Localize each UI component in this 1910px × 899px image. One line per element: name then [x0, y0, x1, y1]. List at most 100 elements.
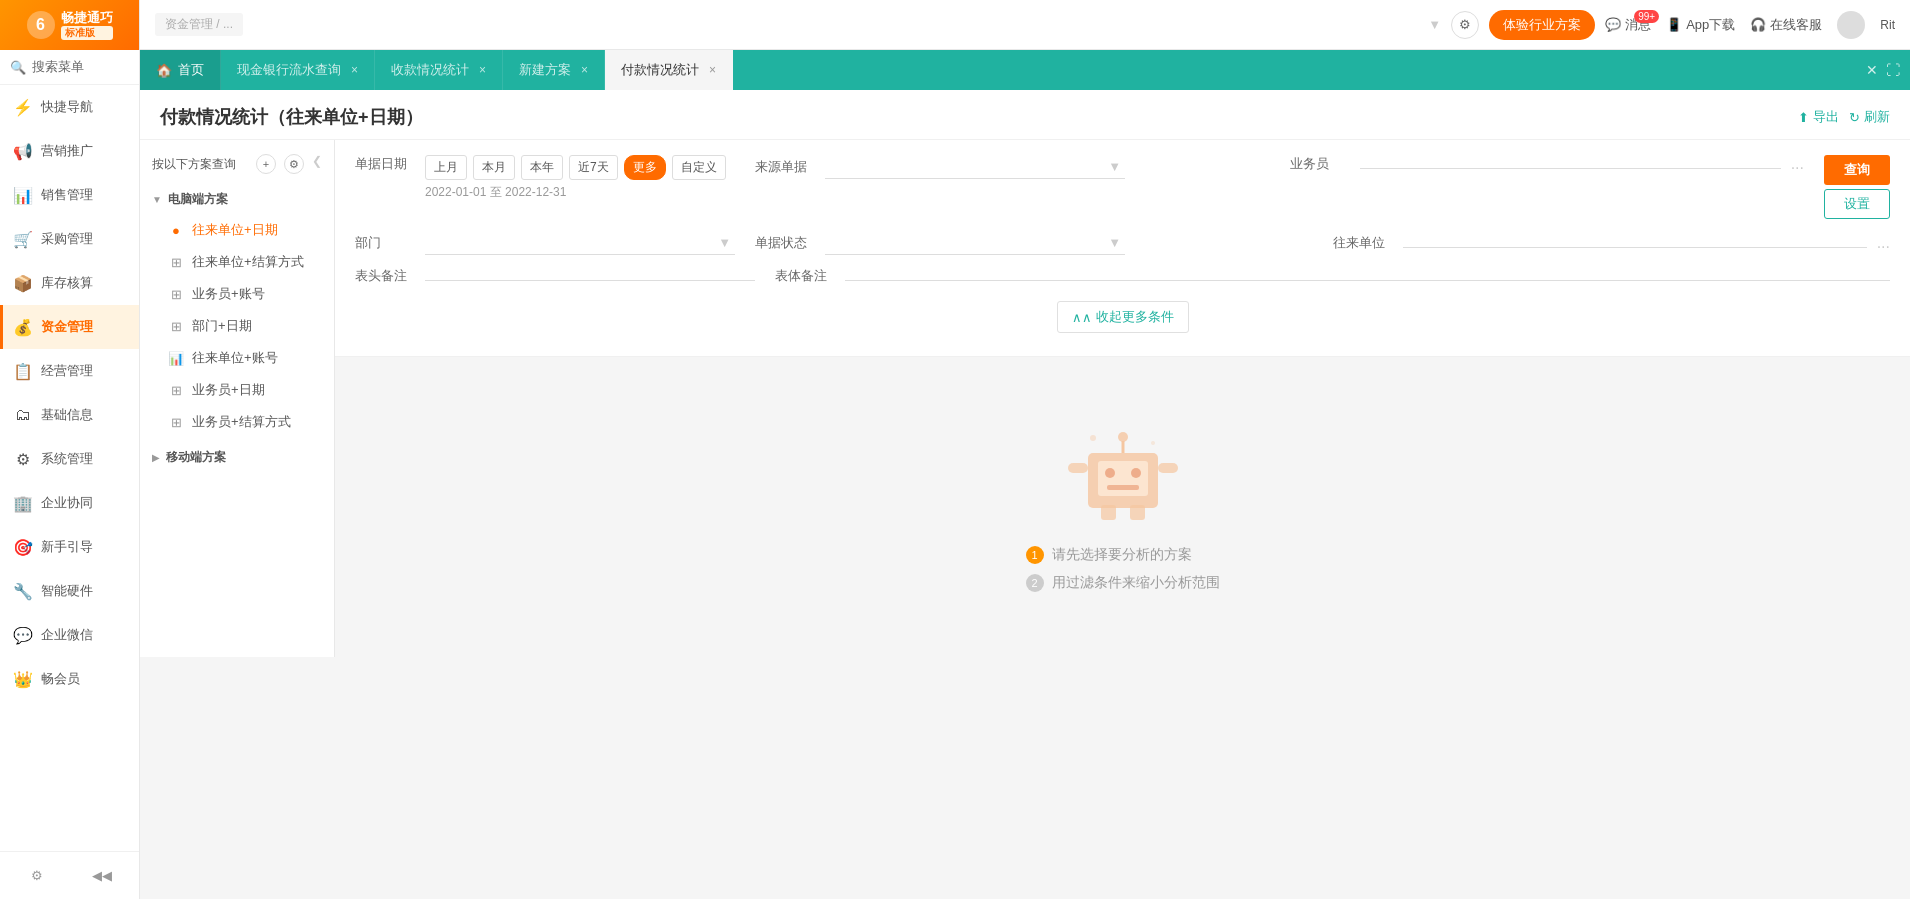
sidebar-item-inventory[interactable]: 📦 库存核算 [0, 261, 139, 305]
scheme-item-chart-icon: 📊 [168, 350, 184, 366]
tab-payment-stats-close[interactable]: × [479, 63, 486, 77]
scheme-item-salesman-settlement-label: 业务员+结算方式 [192, 413, 291, 431]
tab-new-scheme[interactable]: 新建方案 × [503, 50, 605, 90]
tab-home[interactable]: 🏠 首页 [140, 50, 221, 90]
scheme-item-salesman-settlement[interactable]: ⊞ 业务员+结算方式 [140, 406, 334, 438]
date-custom-btn[interactable]: 自定义 [672, 155, 726, 180]
filter-counterpart-group: 往来单位 ... [1333, 234, 1891, 252]
breadcrumb-path: 资金管理 / ... [155, 13, 243, 36]
sidebar-settings-btn[interactable]: ⚙ [10, 862, 65, 889]
search-menu[interactable]: 🔍 搜索菜单 [0, 50, 139, 85]
online-service-btn[interactable]: 🎧 在线客服 [1750, 16, 1822, 34]
date-7days-btn[interactable]: 近7天 [569, 155, 618, 180]
filter-date-group: 单据日期 上月 本月 本年 近7天 更多 自定义 [355, 155, 755, 201]
sidebar-item-purchase[interactable]: 🛒 采购管理 [0, 217, 139, 261]
guide-icon: 🎯 [13, 537, 33, 557]
tab-payment-stats-label: 收款情况统计 [391, 61, 469, 79]
scheme-collapse-btn[interactable]: ❮ [312, 154, 322, 174]
sidebar-item-marketing[interactable]: 📢 营销推广 [0, 129, 139, 173]
scheme-group-desktop-header[interactable]: ▼ 电脑端方案 [140, 185, 334, 214]
topbar: 资金管理 / ... ▼ ⚙ 体验行业方案 💬 消息 99+ 📱 App下载 🎧 [140, 0, 1910, 50]
date-this-month-btn[interactable]: 本月 [473, 155, 515, 180]
page-body: 按以下方案查询 + ⚙ ❮ [140, 140, 1910, 657]
sidebar-collapse-btn[interactable]: ◀◀ [75, 862, 130, 889]
date-last-month-btn[interactable]: 上月 [425, 155, 467, 180]
inventory-label: 库存核算 [41, 274, 93, 292]
app-download-btn[interactable]: 📱 App下载 [1666, 16, 1735, 34]
scheme-header-label: 按以下方案查询 [152, 156, 250, 173]
sales-label: 销售管理 [41, 186, 93, 204]
refresh-label: 刷新 [1864, 108, 1890, 126]
tab-new-scheme-close[interactable]: × [581, 63, 588, 77]
tab-bank-flow-close[interactable]: × [351, 63, 358, 77]
sidebar-item-finance[interactable]: 💰 资金管理 [0, 305, 139, 349]
message-btn[interactable]: 💬 消息 99+ [1605, 16, 1651, 34]
tab-pay-stats-close[interactable]: × [709, 63, 716, 77]
scheme-item-salesman-date[interactable]: ⊞ 业务员+日期 [140, 374, 334, 406]
user-avatar[interactable] [1837, 11, 1865, 39]
tab-pay-stats[interactable]: 付款情况统计 × [605, 50, 733, 90]
query-setting-group: 查询 设置 [1824, 155, 1890, 219]
scheme-item-counterpart-settlement[interactable]: ⊞ 往来单位+结算方式 [140, 246, 334, 278]
sidebar-item-operations[interactable]: 📋 经营管理 [0, 349, 139, 393]
tab-maximize-btn[interactable]: ⛶ [1886, 62, 1900, 78]
tab-close-all-btn[interactable]: ✕ [1866, 62, 1878, 78]
source-chevron-icon: ▼ [1108, 159, 1121, 174]
salesman-dots[interactable]: ... [1791, 155, 1804, 173]
guide-label: 新手引导 [41, 538, 93, 556]
refresh-btn[interactable]: ↻ 刷新 [1849, 108, 1890, 126]
empty-hint-1: 1 请先选择要分析的方案 [1026, 546, 1220, 564]
scheme-item-dept-date[interactable]: ⊞ 部门+日期 [140, 310, 334, 342]
add-icon: + [263, 158, 269, 170]
sidebar-item-system[interactable]: ⚙ 系统管理 [0, 437, 139, 481]
sidebar-item-guide[interactable]: 🎯 新手引导 [0, 525, 139, 569]
sidebar-item-base-info[interactable]: 🗂 基础信息 [0, 393, 139, 437]
tab-actions: ✕ ⛶ [1856, 50, 1910, 90]
collapse-more-btn[interactable]: ∧∧ 收起更多条件 [1057, 301, 1189, 333]
message-icon: 💬 [1605, 17, 1621, 32]
docstatus-select[interactable]: ▼ [825, 231, 1125, 255]
sidebar-item-member[interactable]: 👑 畅会员 [0, 657, 139, 701]
scheme-item-salesman-account[interactable]: ⊞ 业务员+账号 [140, 278, 334, 310]
source-select[interactable]: ▼ [825, 155, 1125, 179]
home-icon: 🏠 [156, 63, 172, 78]
scheme-item-counterpart-date[interactable]: ● 往来单位+日期 [140, 214, 334, 246]
scheme-item-counterpart-account[interactable]: 📊 往来单位+账号 [140, 342, 334, 374]
scheme-add-btn[interactable]: + [256, 154, 276, 174]
sidebar-item-wechat[interactable]: 💬 企业微信 [0, 613, 139, 657]
tab-pay-stats-label: 付款情况统计 [621, 61, 699, 79]
scheme-item-table-icon-3: ⊞ [168, 318, 184, 334]
gear-icon: ⚙ [1459, 17, 1471, 32]
counterpart-dots[interactable]: ... [1877, 234, 1890, 252]
date-this-year-btn[interactable]: 本年 [521, 155, 563, 180]
tab-payment-stats[interactable]: 收款情况统计 × [375, 50, 503, 90]
filter-settings-btn[interactable]: 设置 [1824, 189, 1890, 219]
sidebar-item-hardware[interactable]: 🔧 智能硬件 [0, 569, 139, 613]
sidebar-settings-icon: ⚙ [31, 868, 43, 883]
date-more-btn[interactable]: 更多 [624, 155, 666, 180]
sidebar-item-sales[interactable]: 📊 销售管理 [0, 173, 139, 217]
export-btn[interactable]: ⬆ 导出 [1798, 108, 1839, 126]
mobile-arrow-icon: ▶ [152, 452, 160, 463]
inventory-icon: 📦 [13, 273, 33, 293]
search-icon: 🔍 [10, 60, 26, 75]
tab-bank-flow[interactable]: 现金银行流水查询 × [221, 50, 375, 90]
head-note-input[interactable] [425, 272, 755, 281]
sidebar-item-quick-nav[interactable]: ⚡ 快捷导航 [0, 85, 139, 129]
marketing-label: 营销推广 [41, 142, 93, 160]
topbar-settings-btn[interactable]: ⚙ [1451, 11, 1479, 39]
dept-select[interactable]: ▼ [425, 231, 735, 255]
tab-home-label: 首页 [178, 61, 204, 79]
scheme-settings-btn[interactable]: ⚙ [284, 154, 304, 174]
scheme-group-mobile-header[interactable]: ▶ 移动端方案 [140, 443, 334, 472]
date-options: 上月 本月 本年 近7天 更多 自定义 2022-0 [425, 155, 726, 201]
trial-btn[interactable]: 体验行业方案 [1489, 10, 1595, 40]
username[interactable]: Rit [1880, 18, 1895, 32]
filter-source-group: 来源单据 ▼ [755, 155, 1270, 179]
svg-point-10 [1118, 432, 1128, 442]
body-note-input[interactable] [845, 272, 1890, 281]
chevron-up-icon: ∧∧ [1072, 310, 1092, 325]
hardware-icon: 🔧 [13, 581, 33, 601]
query-btn[interactable]: 查询 [1824, 155, 1890, 185]
sidebar-item-enterprise[interactable]: 🏢 企业协同 [0, 481, 139, 525]
